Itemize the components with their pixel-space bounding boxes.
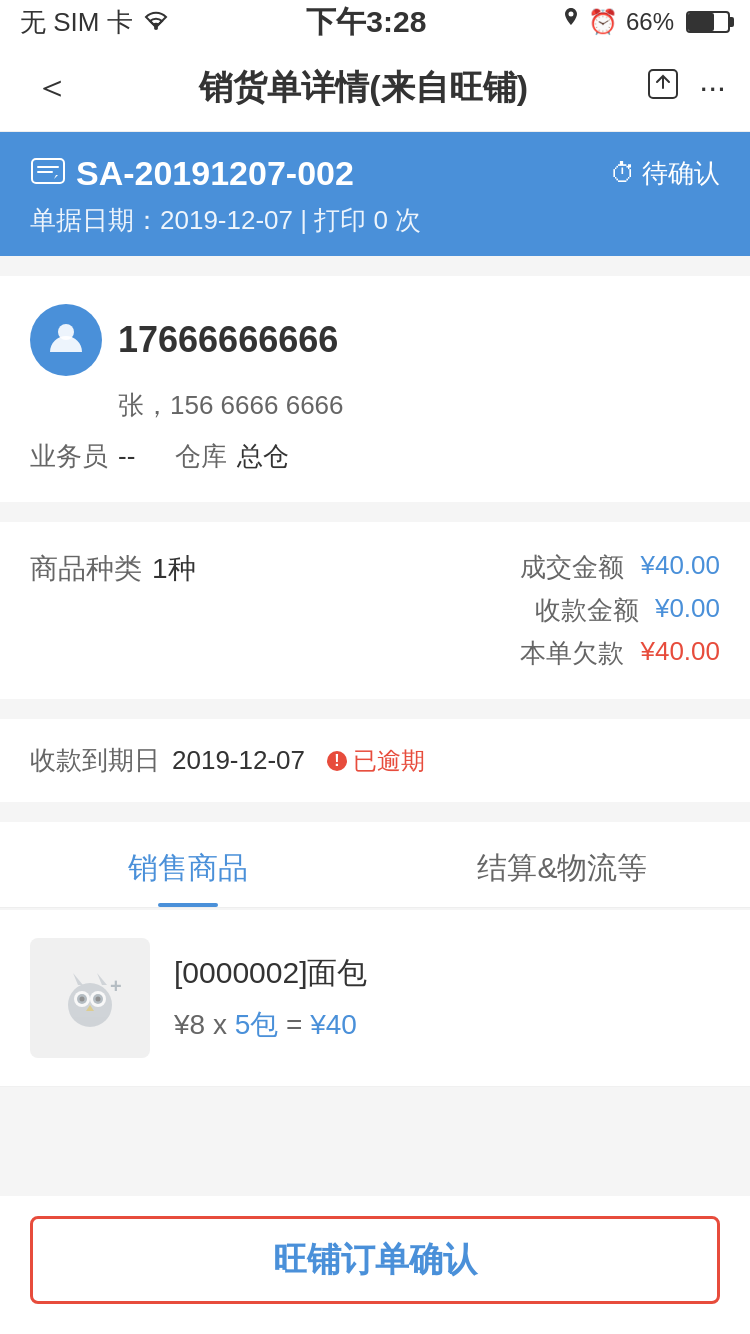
deal-amount-label: 成交金额 xyxy=(520,550,624,585)
tab-products[interactable]: 销售商品 xyxy=(0,822,375,907)
svg-point-12 xyxy=(96,997,101,1002)
bottom-bar: 旺铺订单确认 xyxy=(0,1196,750,1334)
clock-icon: ⏱ xyxy=(610,158,636,189)
order-id-text: SA-20191207-002 xyxy=(76,154,354,193)
debt-amount-value: ¥40.00 xyxy=(640,636,720,671)
customer-card: 17666666666 张，156 6666 6666 业务员 -- 仓库 总仓 xyxy=(0,276,750,502)
order-header: SA-20191207-002 ⏱ 待确认 单据日期：2019-12-07 | … xyxy=(0,132,750,256)
share-button[interactable] xyxy=(647,68,679,108)
summary-top: 商品种类 1种 成交金额 ¥40.00 收款金额 ¥0.00 本单欠款 ¥40.… xyxy=(30,550,720,671)
tabs-container: 销售商品 结算&物流等 xyxy=(0,822,750,908)
battery-icon xyxy=(686,11,730,33)
product-item: + [0000002]面包 ¥8 x 5包 = ¥40 xyxy=(0,910,750,1087)
collection-amount-row: 收款金额 ¥0.00 xyxy=(535,593,720,628)
collection-amount-value: ¥0.00 xyxy=(655,593,720,628)
product-price-row: ¥8 x 5包 = ¥40 xyxy=(174,1006,720,1044)
meta-row: 业务员 -- 仓库 总仓 xyxy=(30,439,720,474)
collection-amount-label: 收款金额 xyxy=(535,593,639,628)
nav-actions: ··· xyxy=(647,68,726,108)
product-type-label: 商品种类 xyxy=(30,550,142,588)
quantity-value: 5包 xyxy=(235,1009,279,1040)
status-label: 待确认 xyxy=(642,156,720,191)
user-icon xyxy=(46,316,86,365)
due-date-label: 收款到期日 xyxy=(30,743,160,778)
order-date: 单据日期：2019-12-07 | 打印 0 次 xyxy=(30,203,720,238)
product-type-row: 商品种类 1种 xyxy=(30,550,196,588)
deal-amount-row: 成交金额 ¥40.00 xyxy=(520,550,720,585)
status-bar-left: 无 SIM 卡 xyxy=(20,5,171,40)
product-info: [0000002]面包 ¥8 x 5包 = ¥40 xyxy=(174,953,720,1044)
more-button[interactable]: ··· xyxy=(699,69,726,106)
due-date-value: 2019-12-07 xyxy=(172,745,305,776)
status-bar: 无 SIM 卡 下午3:28 ⏰ 66% xyxy=(0,0,750,44)
overdue-badge: ! 已逾期 xyxy=(327,745,425,777)
status-bar-right: ⏰ 66% xyxy=(562,8,730,36)
price-base: ¥8 xyxy=(174,1009,205,1040)
battery-percent: 66% xyxy=(626,8,674,36)
status-bar-time: 下午3:28 xyxy=(306,2,426,43)
order-id: SA-20191207-002 xyxy=(30,154,354,193)
customer-name-phone: 张，156 6666 6666 xyxy=(30,388,720,423)
wifi-icon xyxy=(141,7,171,38)
warehouse-value: 总仓 xyxy=(237,439,289,474)
owl-logo-icon: + xyxy=(45,963,135,1033)
svg-point-11 xyxy=(80,997,85,1002)
nav-bar: ＜ 销货单详情(来自旺铺) ··· xyxy=(0,44,750,132)
back-button[interactable]: ＜ xyxy=(24,53,80,122)
product-thumb-inner: + xyxy=(30,938,150,1058)
svg-text:+: + xyxy=(110,975,122,997)
overdue-text: 已逾期 xyxy=(353,745,425,777)
avatar xyxy=(30,304,102,376)
due-date-card: 收款到期日 2019-12-07 ! 已逾期 xyxy=(0,719,750,802)
order-icon xyxy=(30,154,66,193)
tab-settlement[interactable]: 结算&物流等 xyxy=(375,822,750,907)
salesperson-value: -- xyxy=(118,441,135,472)
order-id-row: SA-20191207-002 ⏱ 待确认 xyxy=(30,154,720,193)
salesperson-item: 业务员 -- xyxy=(30,439,135,474)
svg-marker-5 xyxy=(73,973,83,985)
price-total: ¥40 xyxy=(310,1009,357,1040)
customer-row: 17666666666 xyxy=(30,304,720,376)
warehouse-label: 仓库 xyxy=(175,439,227,474)
overdue-exclamation: ! xyxy=(327,751,347,771)
warehouse-item: 仓库 总仓 xyxy=(175,439,289,474)
order-status: ⏱ 待确认 xyxy=(610,156,720,191)
product-count: 1种 xyxy=(152,550,196,588)
debt-amount-row: 本单欠款 ¥40.00 xyxy=(520,636,720,671)
location-icon xyxy=(562,8,580,36)
page-title: 销货单详情(来自旺铺) xyxy=(199,65,528,111)
confirm-order-button[interactable]: 旺铺订单确认 xyxy=(30,1216,720,1304)
summary-card: 商品种类 1种 成交金额 ¥40.00 收款金额 ¥0.00 本单欠款 ¥40.… xyxy=(0,522,750,699)
product-list: + [0000002]面包 ¥8 x 5包 = ¥40 xyxy=(0,910,750,1087)
salesperson-label: 业务员 xyxy=(30,439,108,474)
customer-phone: 17666666666 xyxy=(118,319,338,361)
svg-point-0 xyxy=(154,26,158,30)
alarm-icon: ⏰ xyxy=(588,8,618,36)
deal-amount-value: ¥40.00 xyxy=(640,550,720,585)
carrier-label: 无 SIM 卡 xyxy=(20,5,133,40)
svg-marker-6 xyxy=(97,973,107,985)
product-thumbnail: + xyxy=(30,938,150,1058)
debt-amount-label: 本单欠款 xyxy=(520,636,624,671)
amounts-section: 成交金额 ¥40.00 收款金额 ¥0.00 本单欠款 ¥40.00 xyxy=(520,550,720,671)
product-name: [0000002]面包 xyxy=(174,953,720,994)
